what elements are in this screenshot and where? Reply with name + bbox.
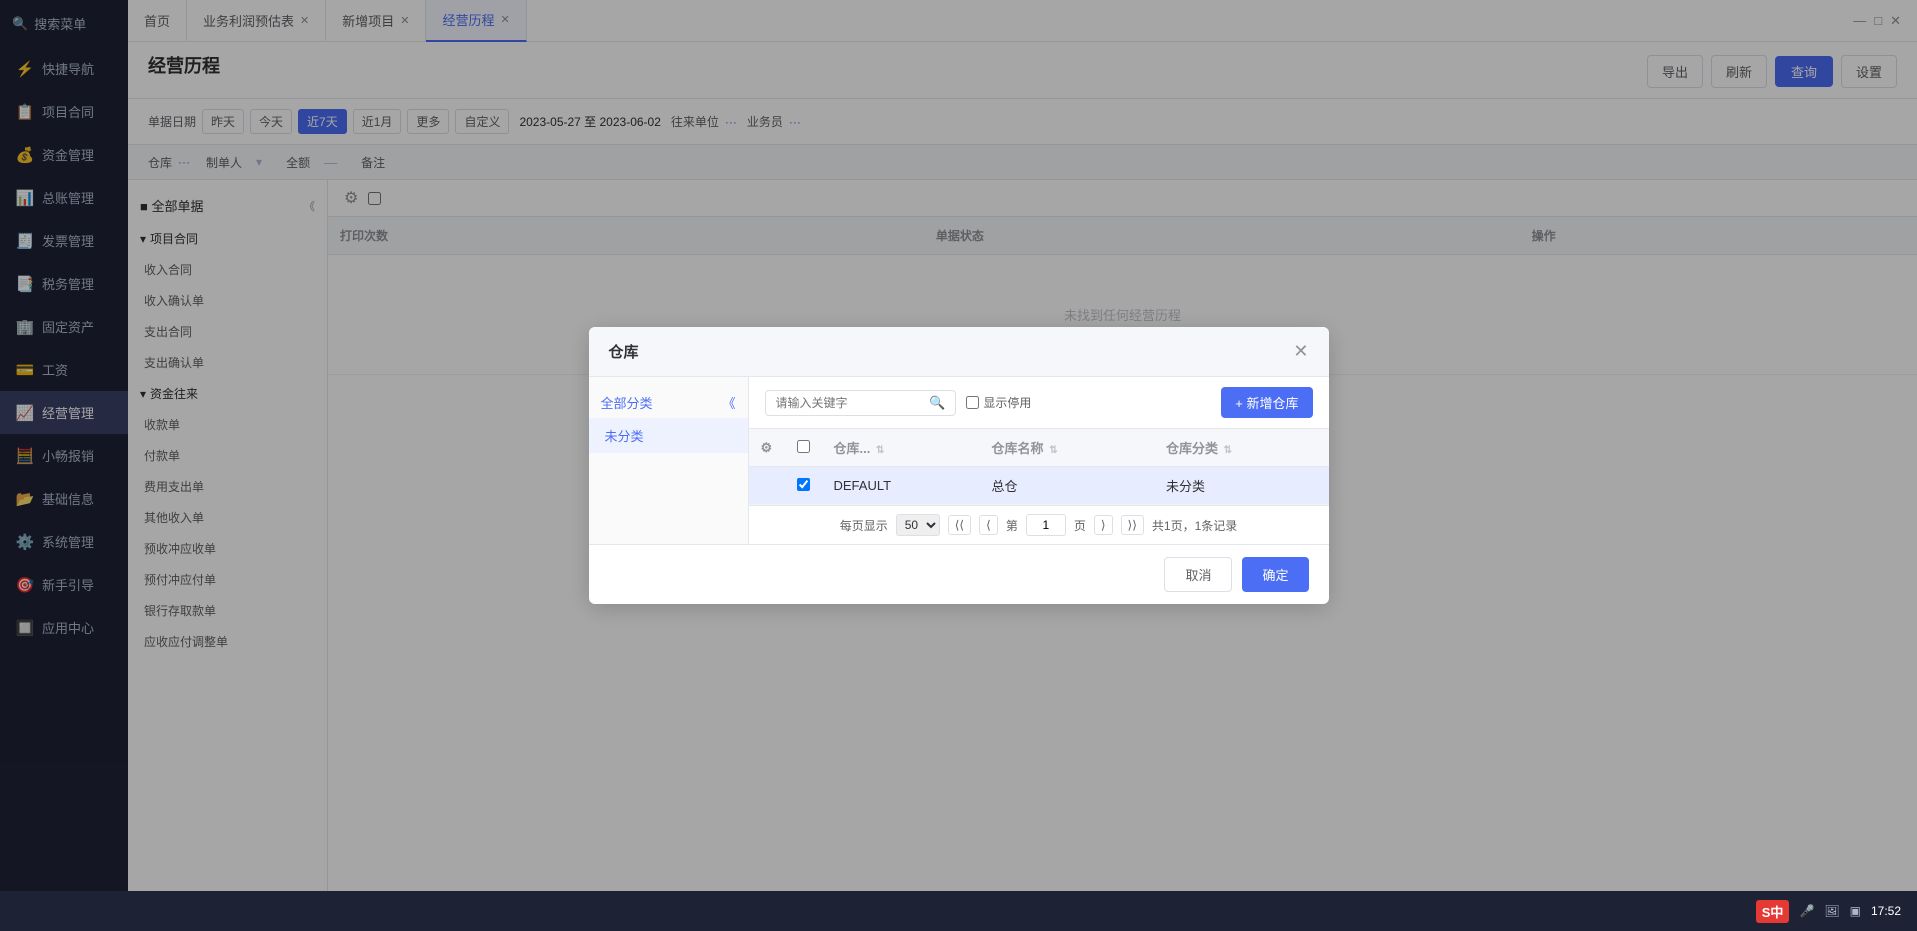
show-disabled-checkbox-label[interactable]: 显示停用 <box>966 394 1031 411</box>
show-disabled-label: 显示停用 <box>983 394 1031 411</box>
modal-per-page-label: 每页显示 <box>840 517 888 534</box>
modal-page-suffix: 页 <box>1074 517 1086 534</box>
modal-overlay: 仓库 ✕ 全部分类 《 未分类 🔍 <box>0 0 1917 931</box>
modal-title: 仓库 <box>609 341 639 362</box>
th-warehouse-category[interactable]: 仓库分类 ⇅ <box>1154 429 1328 467</box>
modal-prev-page[interactable]: ⟨ <box>979 515 998 535</box>
modal-next-page[interactable]: ⟩ <box>1094 515 1113 535</box>
th-warehouse-name[interactable]: 仓库名称 ⇅ <box>980 429 1154 467</box>
modal-first-page[interactable]: ⟨⟨ <box>948 515 971 535</box>
all-categories-label: 全部分类 <box>601 393 653 412</box>
modal-right-panel: 🔍 显示停用 + 新增仓库 ⚙ <box>749 377 1329 544</box>
th-checkbox[interactable] <box>785 429 822 467</box>
sort-name-icon[interactable]: ⇅ <box>1049 445 1057 456</box>
modal-header: 仓库 ✕ <box>589 327 1329 377</box>
taskbar-icon1: 🎤 <box>1799 904 1814 918</box>
modal-page-label: 第 <box>1006 517 1018 534</box>
warehouse-modal: 仓库 ✕ 全部分类 《 未分类 🔍 <box>589 327 1329 604</box>
modal-table-header-row: ⚙ 仓库... ⇅ 仓库名称 <box>749 429 1329 467</box>
modal-total-info: 共1页，1条记录 <box>1152 517 1237 534</box>
modal-pagination: 每页显示 50 ⟨⟨ ⟨ 第 页 ⟩ ⟩⟩ 共1页，1条记录 <box>749 505 1329 544</box>
modal-page-input[interactable] <box>1026 514 1066 536</box>
row-category: 未分类 <box>1154 467 1328 505</box>
row-code: DEFAULT <box>822 467 980 505</box>
modal-close-button[interactable]: ✕ <box>1293 341 1308 362</box>
show-disabled-checkbox[interactable] <box>966 396 979 409</box>
th-gear[interactable]: ⚙ <box>749 429 785 467</box>
taskbar-brand: S中 <box>1756 900 1790 923</box>
row-gear <box>749 467 785 505</box>
modal-select-all[interactable] <box>797 440 810 453</box>
taskbar-icon2: 🖼 <box>1824 904 1839 918</box>
modal-search-box[interactable]: 🔍 <box>765 390 957 416</box>
row-checkbox[interactable] <box>785 467 822 505</box>
th-warehouse-code[interactable]: 仓库... ⇅ <box>822 429 980 467</box>
modal-left-header[interactable]: 全部分类 《 <box>589 387 748 418</box>
table-gear-icon[interactable]: ⚙ <box>761 440 773 455</box>
modal-table-wrap: ⚙ 仓库... ⇅ 仓库名称 <box>749 429 1329 505</box>
taskbar-icon3: ▣ <box>1850 904 1861 918</box>
taskbar-time: 17:52 <box>1871 904 1901 918</box>
modal-left-collapse[interactable]: 《 <box>722 393 735 412</box>
modal-left-item-uncategorized[interactable]: 未分类 <box>589 418 748 453</box>
add-warehouse-button[interactable]: + 新增仓库 <box>1221 387 1312 418</box>
modal-table: ⚙ 仓库... ⇅ 仓库名称 <box>749 429 1329 505</box>
taskbar-right: S中 🎤 🖼 ▣ 17:52 <box>1756 900 1901 923</box>
modal-search-input[interactable] <box>776 396 924 410</box>
modal-search-icon[interactable]: 🔍 <box>929 395 945 411</box>
modal-per-page-select[interactable]: 50 <box>896 514 940 536</box>
modal-body: 全部分类 《 未分类 🔍 显示停用 <box>589 377 1329 544</box>
row-name: 总仓 <box>980 467 1154 505</box>
modal-left-panel: 全部分类 《 未分类 <box>589 377 749 544</box>
modal-confirm-button[interactable]: 确定 <box>1242 557 1308 592</box>
sort-category-icon[interactable]: ⇅ <box>1224 445 1232 456</box>
modal-last-page[interactable]: ⟩⟩ <box>1121 515 1144 535</box>
modal-footer: 取消 确定 <box>589 544 1329 604</box>
table-row[interactable]: DEFAULT 总仓 未分类 <box>749 467 1329 505</box>
modal-cancel-button[interactable]: 取消 <box>1164 557 1232 592</box>
modal-left-scroll: 未分类 <box>589 418 748 534</box>
sort-code-icon[interactable]: ⇅ <box>876 445 884 456</box>
row-select-checkbox[interactable] <box>797 478 810 491</box>
modal-toolbar: 🔍 显示停用 + 新增仓库 <box>749 377 1329 429</box>
taskbar: S中 🎤 🖼 ▣ 17:52 <box>0 891 1917 931</box>
